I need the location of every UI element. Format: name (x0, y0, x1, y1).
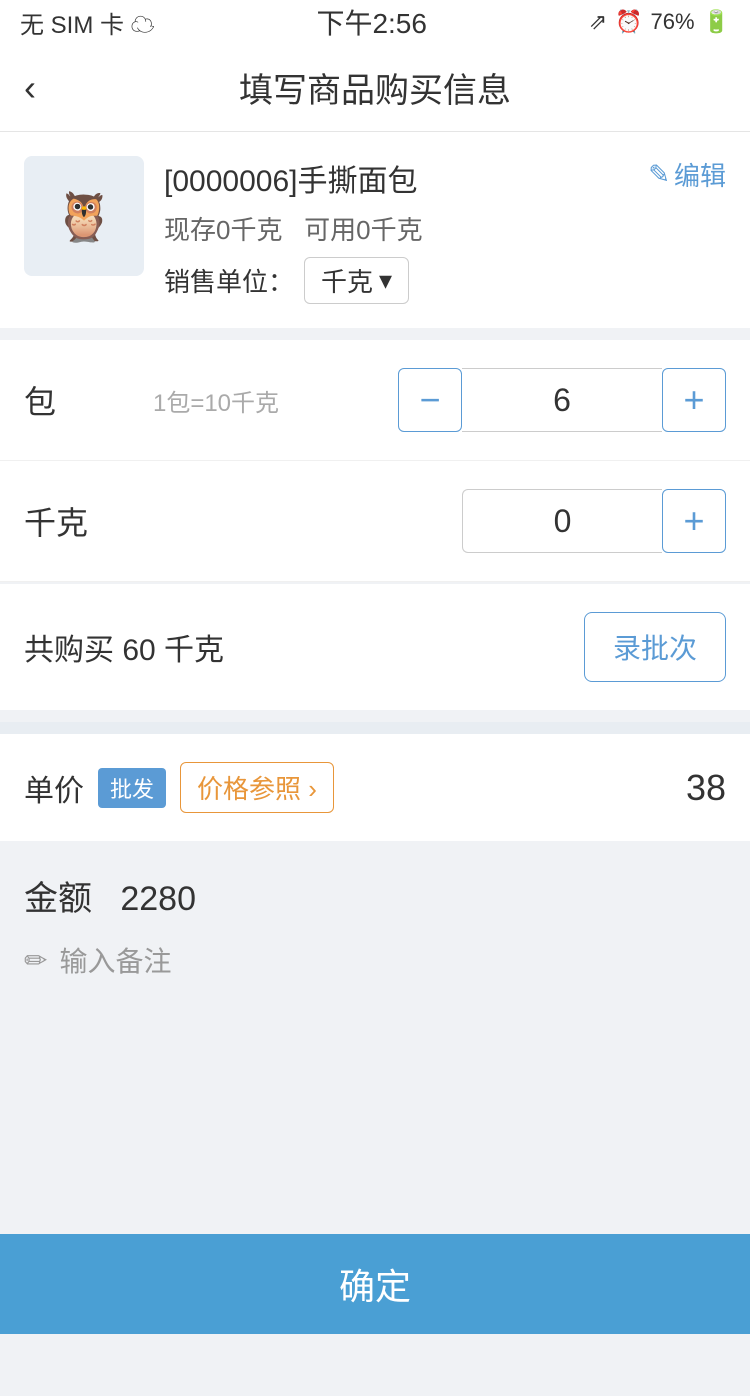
status-time: 下午2:56 (316, 2, 427, 42)
kilogram-qty-control: + (462, 489, 726, 553)
status-right: ⇗ ⏰ 76% 🔋 (589, 9, 730, 35)
package-qty-input[interactable] (462, 368, 662, 432)
product-card: 🦉 [0000006]手撕面包 现存0千克 可用0千克 销售单位： 千克 ▾ ✎… (0, 132, 750, 328)
content-area (0, 996, 750, 1396)
status-left: 无 SIM 卡 ☁ (20, 5, 155, 40)
package-plus-button[interactable]: + (662, 368, 726, 432)
price-ref-button[interactable]: 价格参照 › (180, 762, 334, 813)
unit-value: 千克 (321, 262, 373, 299)
package-row: 包 1包=10千克 − + (0, 340, 750, 461)
product-stock: 现存0千克 可用0千克 (164, 210, 628, 247)
package-hint: 1包=10千克 (153, 383, 279, 418)
stock-label: 现存0千克 (164, 215, 282, 245)
price-label: 单价 (24, 766, 84, 810)
product-thumbnail: 🦉 (24, 156, 144, 276)
total-row: 共购买 60 千克 录批次 (0, 584, 750, 710)
product-unit-row: 销售单位： 千克 ▾ (164, 257, 628, 304)
amount-label: 金额 (24, 880, 92, 918)
chevron-down-icon: ▾ (379, 265, 392, 296)
product-name: [0000006]手撕面包 (164, 156, 628, 200)
price-value: 38 (686, 767, 726, 809)
confirm-button[interactable]: 确定 (0, 1234, 750, 1334)
amount-value: 2280 (120, 880, 196, 918)
alarm-icon: ⏰ (615, 9, 642, 35)
product-info: [0000006]手撕面包 现存0千克 可用0千克 销售单位： 千克 ▾ (164, 156, 628, 304)
battery-level: 76% (651, 9, 695, 35)
section-divider (0, 722, 750, 734)
amount-section: 金额 2280 ✏ 输入备注 (0, 843, 750, 996)
kilogram-plus-button[interactable]: + (662, 489, 726, 553)
edit-icon: ✎ (648, 159, 670, 190)
batch-button[interactable]: 录批次 (584, 612, 726, 682)
edit-button[interactable]: ✎ 编辑 (648, 156, 726, 193)
status-bar: 无 SIM 卡 ☁ 下午2:56 ⇗ ⏰ 76% 🔋 (0, 0, 750, 44)
remark-row[interactable]: ✏ 输入备注 (24, 940, 726, 980)
unit-label: 销售单位： (164, 262, 294, 299)
battery-icon: 🔋 (703, 9, 730, 35)
nav-bar: ‹ 填写商品购买信息 (0, 44, 750, 132)
available-label: 可用0千克 (304, 215, 422, 245)
page-title: 填写商品购买信息 (239, 63, 511, 112)
remark-icon: ✏ (24, 944, 47, 977)
sim-status: 无 SIM 卡 ☁ (20, 5, 155, 40)
price-row: 单价 批发 价格参照 › 38 (24, 762, 726, 813)
location-icon: ⇗ (589, 9, 607, 35)
product-logo-icon: 🦉 (54, 188, 114, 245)
price-tag: 批发 (98, 768, 166, 808)
edit-label: 编辑 (674, 156, 726, 193)
amount-row: 金额 2280 (24, 871, 726, 920)
remark-placeholder: 输入备注 (59, 940, 171, 980)
price-section: 单价 批发 价格参照 › 38 (0, 734, 750, 841)
back-button[interactable]: ‹ (24, 67, 36, 109)
package-qty-control: − + (398, 368, 726, 432)
package-label: 包 (24, 377, 143, 423)
kilogram-label: 千克 (24, 498, 243, 544)
total-text: 共购买 60 千克 (24, 625, 224, 669)
package-minus-button[interactable]: − (398, 368, 462, 432)
kilogram-row: 千克 + (0, 461, 750, 582)
kilogram-qty-input[interactable] (462, 489, 662, 553)
quantity-section: 包 1包=10千克 − + 千克 + (0, 340, 750, 582)
unit-select[interactable]: 千克 ▾ (304, 257, 409, 304)
